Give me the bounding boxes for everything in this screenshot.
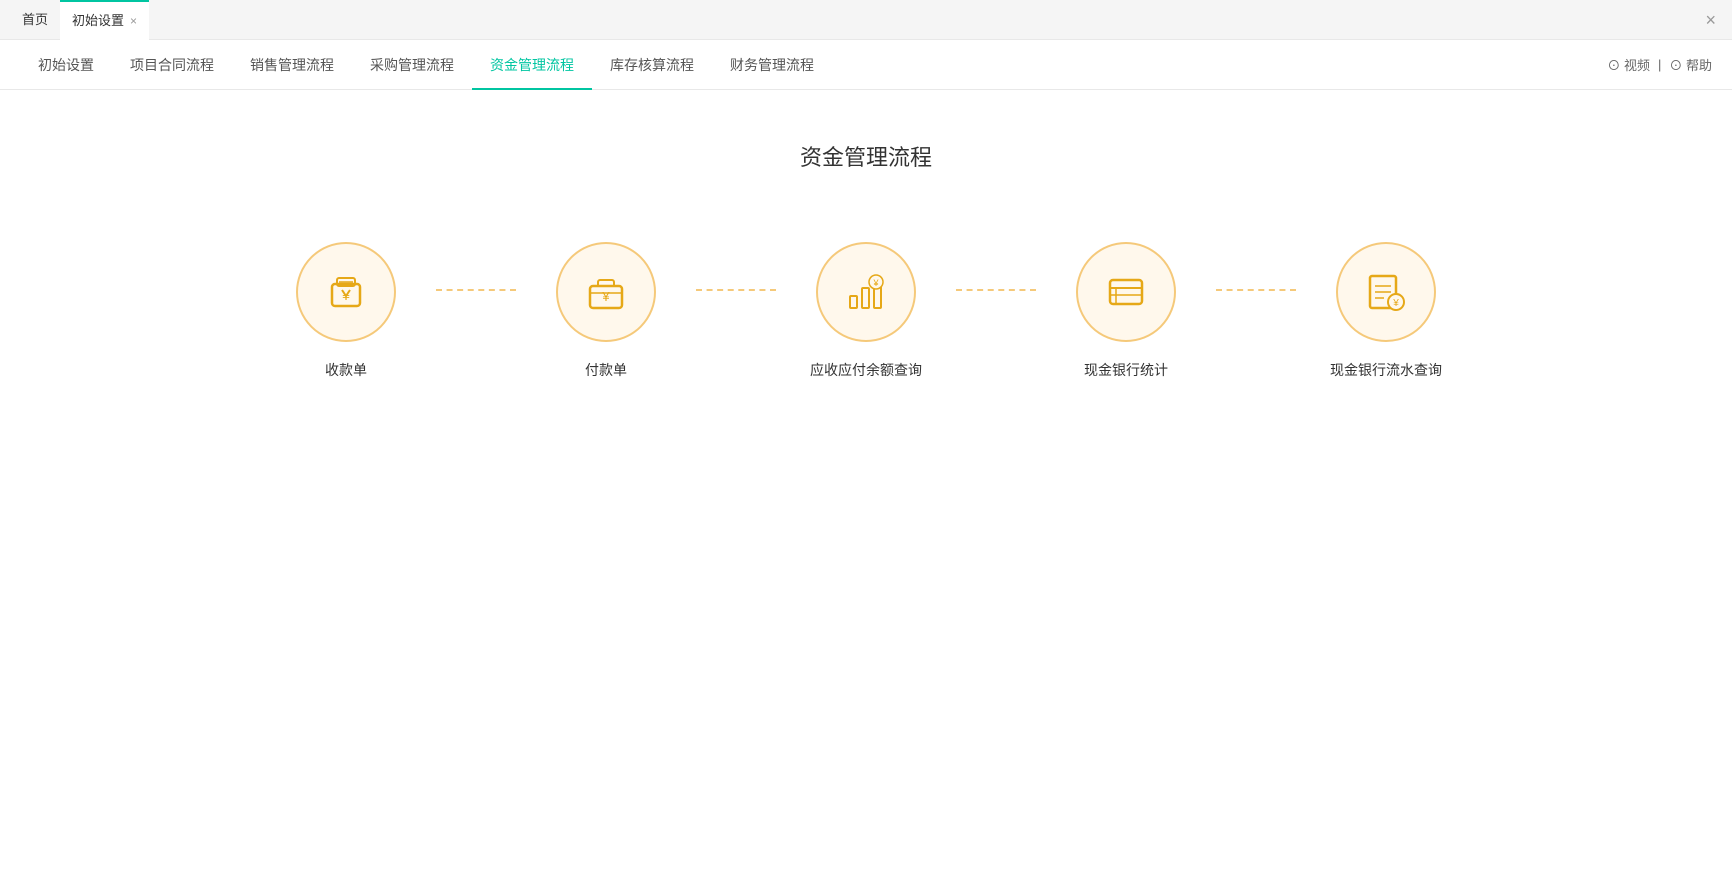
payment-label: 付款单: [585, 360, 627, 380]
nav-item-project[interactable]: 项目合同流程: [112, 40, 232, 90]
page-content: 资金管理流程 ¥ 收款单: [0, 90, 1732, 380]
connector-3: [956, 289, 1036, 291]
svg-text:¥: ¥: [601, 289, 610, 304]
connector-1: [436, 289, 516, 291]
nav-item-inventory[interactable]: 库存核算流程: [592, 40, 712, 90]
payment-icon: ¥: [582, 268, 630, 316]
video-link[interactable]: ⊙ 视频: [1607, 55, 1650, 74]
active-tab-label: 初始设置: [72, 1, 124, 41]
cash-bank-label: 现金银行统计: [1084, 360, 1168, 380]
flow-item-cash-bank: 现金银行统计: [1036, 242, 1216, 380]
connector-4: [1216, 289, 1296, 291]
svg-text:¥: ¥: [1392, 298, 1399, 309]
svg-text:¥: ¥: [872, 278, 879, 288]
help-sep: |: [1658, 57, 1661, 72]
connector-2: [696, 289, 776, 291]
home-tab[interactable]: 首页: [10, 0, 60, 40]
nav-item-init[interactable]: 初始设置: [20, 40, 112, 90]
tab-close-button[interactable]: ×: [130, 1, 137, 41]
flow-row: ¥ 收款单 ¥: [256, 242, 1476, 380]
page-title: 资金管理流程: [800, 140, 932, 172]
nav-right-actions: ⊙ 视频 | ⊙ 帮助: [1607, 55, 1712, 74]
flow-item-balance: ¥ 应收应付余额查询: [776, 242, 956, 380]
flow-item-receipt: ¥ 收款单: [256, 242, 436, 380]
transaction-icon-circle[interactable]: ¥: [1336, 242, 1436, 342]
flow-item-transaction: ¥ 现金银行流水查询: [1296, 242, 1476, 380]
transaction-icon: ¥: [1362, 268, 1410, 316]
balance-icon-circle[interactable]: ¥: [816, 242, 916, 342]
receipt-icon: ¥: [322, 268, 370, 316]
flow-item-payment: ¥ 付款单: [516, 242, 696, 380]
help-link[interactable]: ⊙ 帮助: [1669, 55, 1712, 74]
cash-bank-icon-circle[interactable]: [1076, 242, 1176, 342]
window-close-area[interactable]: ×: [1689, 0, 1732, 40]
receipt-icon-circle[interactable]: ¥: [296, 242, 396, 342]
nav-item-purchase[interactable]: 采购管理流程: [352, 40, 472, 90]
balance-icon: ¥: [842, 268, 890, 316]
balance-label: 应收应付余额查询: [810, 360, 922, 380]
payment-icon-circle[interactable]: ¥: [556, 242, 656, 342]
window-close-button[interactable]: ×: [1705, 0, 1716, 40]
cash-bank-icon: [1102, 268, 1150, 316]
nav-item-capital[interactable]: 资金管理流程: [472, 40, 592, 90]
receipt-label: 收款单: [325, 360, 367, 380]
secondary-nav: 初始设置 项目合同流程 销售管理流程 采购管理流程 资金管理流程 库存核算流程 …: [0, 40, 1732, 90]
transaction-label: 现金银行流水查询: [1330, 360, 1442, 380]
nav-item-sales[interactable]: 销售管理流程: [232, 40, 352, 90]
active-tab[interactable]: 初始设置 ×: [60, 0, 149, 40]
nav-item-finance[interactable]: 财务管理流程: [712, 40, 832, 90]
